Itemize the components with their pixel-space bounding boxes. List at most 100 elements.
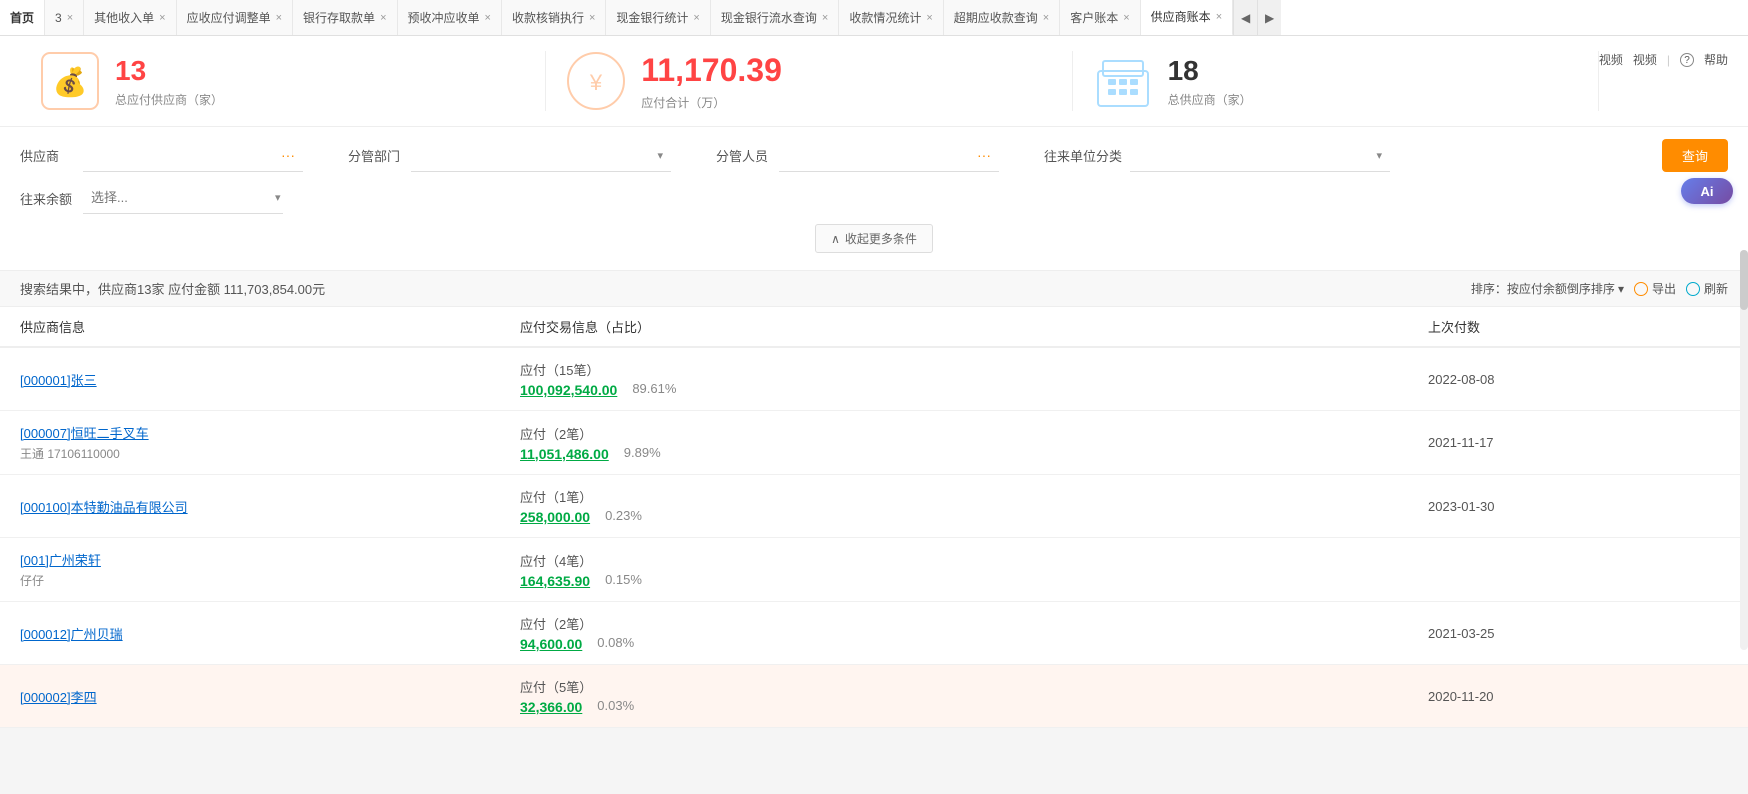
total-suppliers-label: 总供应商（家）	[1168, 91, 1252, 108]
trans-percent-1: 89.61%	[632, 381, 676, 396]
nav-tab-home[interactable]: 首页	[0, 0, 45, 36]
nav-tab-overdue-ar[interactable]: 超期应收款查询 ×	[944, 0, 1060, 36]
balance-chevron-icon[interactable]: ▾	[275, 191, 281, 204]
trans-amount-5[interactable]: 94,600.00	[520, 636, 582, 652]
supplier-link-1[interactable]: [000001]张三	[20, 370, 520, 389]
nav-tab-3[interactable]: 3 ×	[45, 0, 84, 36]
scrollbar-thumb[interactable]	[1740, 250, 1748, 310]
nav-tab-prepaid-offset[interactable]: 预收冲应收单 ×	[398, 0, 502, 36]
total-suppliers-content: 18 总供应商（家）	[1168, 54, 1252, 109]
supplier-link-4[interactable]: [001]广州荣轩	[20, 550, 520, 569]
cash-bank-flow-label: 现金银行流水查询	[721, 9, 817, 26]
trans-label-2: 应付（2笔）	[520, 424, 1428, 443]
nav-tab-supplier-ledger[interactable]: 供应商账本 ×	[1141, 0, 1233, 36]
supplier-ledger-label: 供应商账本	[1151, 8, 1211, 25]
nav-tab-customer-ledger[interactable]: 客户账本 ×	[1060, 0, 1140, 36]
col-header-transaction: 应付交易信息（占比）	[520, 317, 1428, 336]
nav-tab-cash-bank-stat[interactable]: 现金银行统计 ×	[606, 0, 710, 36]
last-payment-1: 2022-08-08	[1428, 372, 1728, 387]
trans-label-3: 应付（1笔）	[520, 487, 1428, 506]
close-ar-ap-adjust[interactable]: ×	[276, 12, 282, 24]
nav-left-arrow[interactable]: ◀	[1233, 0, 1257, 36]
close-cash-bank-stat[interactable]: ×	[693, 12, 699, 24]
prepaid-offset-label: 预收冲应收单	[408, 9, 480, 26]
video-label[interactable]: 视频	[1633, 51, 1657, 68]
category-input-group: ▾	[1130, 140, 1390, 172]
supplier-input[interactable]	[83, 144, 281, 167]
receipt-stat-label: 收款情况统计	[849, 9, 921, 26]
trans-percent-4: 0.15%	[605, 572, 642, 587]
trans-amount-6[interactable]: 32,366.00	[520, 699, 582, 715]
close-receipt-stat[interactable]: ×	[926, 12, 932, 24]
dept-chevron-icon[interactable]: ▾	[657, 149, 663, 162]
category-input[interactable]	[1130, 144, 1376, 167]
trans-percent-5: 0.08%	[597, 635, 634, 650]
trans-amount-4[interactable]: 164,635.90	[520, 573, 590, 589]
nav-tab-receipt-verify[interactable]: 收款核销执行 ×	[502, 0, 606, 36]
trans-percent-6: 0.03%	[597, 698, 634, 713]
dept-input-group: ▾	[411, 140, 671, 172]
filter-row-2: 往来余额 ▾	[20, 182, 1728, 214]
payable-suppliers-label: 总应付供应商（家）	[115, 91, 223, 108]
filter-section: 供应商 ··· 分管部门 ▾ 分管人员 ··· 往来单位分类	[0, 127, 1748, 271]
close-cash-bank-flow[interactable]: ×	[822, 12, 828, 24]
transaction-info-2: 应付（2笔） 11,051,486.00 9.89%	[520, 424, 1428, 462]
sort-select[interactable]: 排序：按应付余额倒序排序 ▾	[1471, 280, 1624, 297]
nav-tab-cash-bank-flow[interactable]: 现金银行流水查询 ×	[711, 0, 839, 36]
close-customer-ledger[interactable]: ×	[1123, 12, 1129, 24]
help-label[interactable]: 帮助	[1704, 51, 1728, 68]
table-row: [000007]恒旺二手叉车 王通 17106110000 应付（2笔） 11,…	[0, 411, 1748, 475]
person-input[interactable]	[779, 144, 977, 167]
trans-amount-3[interactable]: 258,000.00	[520, 509, 590, 525]
ai-assistant-button[interactable]: Ai	[1681, 178, 1733, 204]
trans-label-6: 应付（5笔）	[520, 677, 1428, 696]
dept-input[interactable]	[411, 144, 657, 167]
table-row: [000012]广州贝瑞 应付（2笔） 94,600.00 0.08% 2021…	[0, 602, 1748, 665]
dept-label: 分管部门	[348, 146, 403, 165]
filter-row-1: 供应商 ··· 分管部门 ▾ 分管人员 ··· 往来单位分类	[20, 139, 1728, 172]
close-supplier-ledger[interactable]: ×	[1216, 11, 1222, 23]
right-actions: 排序：按应付余额倒序排序 ▾ 导出 刷新	[1471, 280, 1728, 297]
result-summary: 搜索结果中，供应商13家 应付金额 111,703,854.00元	[20, 279, 325, 298]
export-button[interactable]: 导出	[1634, 280, 1676, 297]
category-chevron-icon[interactable]: ▾	[1376, 149, 1382, 162]
close-other-income[interactable]: ×	[159, 12, 165, 24]
payable-total-num: 11,170.39	[641, 51, 782, 89]
trans-amount-2[interactable]: 11,051,486.00	[520, 446, 609, 462]
nav-tab-bank-deposit[interactable]: 银行存取款单 ×	[293, 0, 397, 36]
person-ellipsis-icon[interactable]: ···	[977, 147, 991, 163]
filter-supplier: 供应商 ···	[20, 140, 303, 172]
last-payment-2: 2021-11-17	[1428, 435, 1728, 450]
nav-right-arrow[interactable]: ▶	[1257, 0, 1281, 36]
nav-tab-other-income[interactable]: 其他收入单 ×	[84, 0, 176, 36]
category-label: 往来单位分类	[1044, 146, 1122, 165]
result-bar: 搜索结果中，供应商13家 应付金额 111,703,854.00元 排序：按应付…	[0, 271, 1748, 307]
filter-person: 分管人员 ···	[716, 140, 999, 172]
cash-bank-stat-label: 现金银行统计	[616, 9, 688, 26]
trans-amount-1[interactable]: 100,092,540.00	[520, 382, 617, 398]
col-header-last-payment: 上次付数	[1428, 317, 1728, 336]
last-payment-3: 2023-01-30	[1428, 499, 1728, 514]
close-tab-3[interactable]: ×	[67, 12, 73, 24]
balance-input[interactable]	[83, 186, 275, 209]
video-link[interactable]: 视频	[1599, 51, 1623, 68]
close-prepaid-offset[interactable]: ×	[485, 12, 491, 24]
supplier-info-5: [000012]广州贝瑞	[20, 624, 520, 643]
payable-suppliers-content: 13 总应付供应商（家）	[115, 54, 223, 109]
supplier-link-6[interactable]: [000002]李四	[20, 687, 520, 706]
search-button[interactable]: 查询	[1662, 139, 1728, 172]
supplier-link-2[interactable]: [000007]恒旺二手叉车	[20, 423, 520, 442]
supplier-link-5[interactable]: [000012]广州贝瑞	[20, 624, 520, 643]
supplier-link-3[interactable]: [000100]本特勤油品有限公司	[20, 497, 520, 516]
customer-ledger-label: 客户账本	[1070, 9, 1118, 26]
trans-percent-3: 0.23%	[605, 508, 642, 523]
supplier-ellipsis-icon[interactable]: ···	[281, 147, 295, 163]
close-bank-deposit[interactable]: ×	[380, 12, 386, 24]
nav-tab-ar-ap-adjust[interactable]: 应收应付调整单 ×	[177, 0, 293, 36]
close-receipt-verify[interactable]: ×	[589, 12, 595, 24]
nav-tab-receipt-stat[interactable]: 收款情况统计 ×	[839, 0, 943, 36]
close-overdue-ar[interactable]: ×	[1043, 12, 1049, 24]
refresh-button[interactable]: 刷新	[1686, 280, 1728, 297]
collapse-button[interactable]: ∧ 收起更多条件	[815, 224, 933, 253]
help-circle-icon: ?	[1680, 53, 1694, 67]
